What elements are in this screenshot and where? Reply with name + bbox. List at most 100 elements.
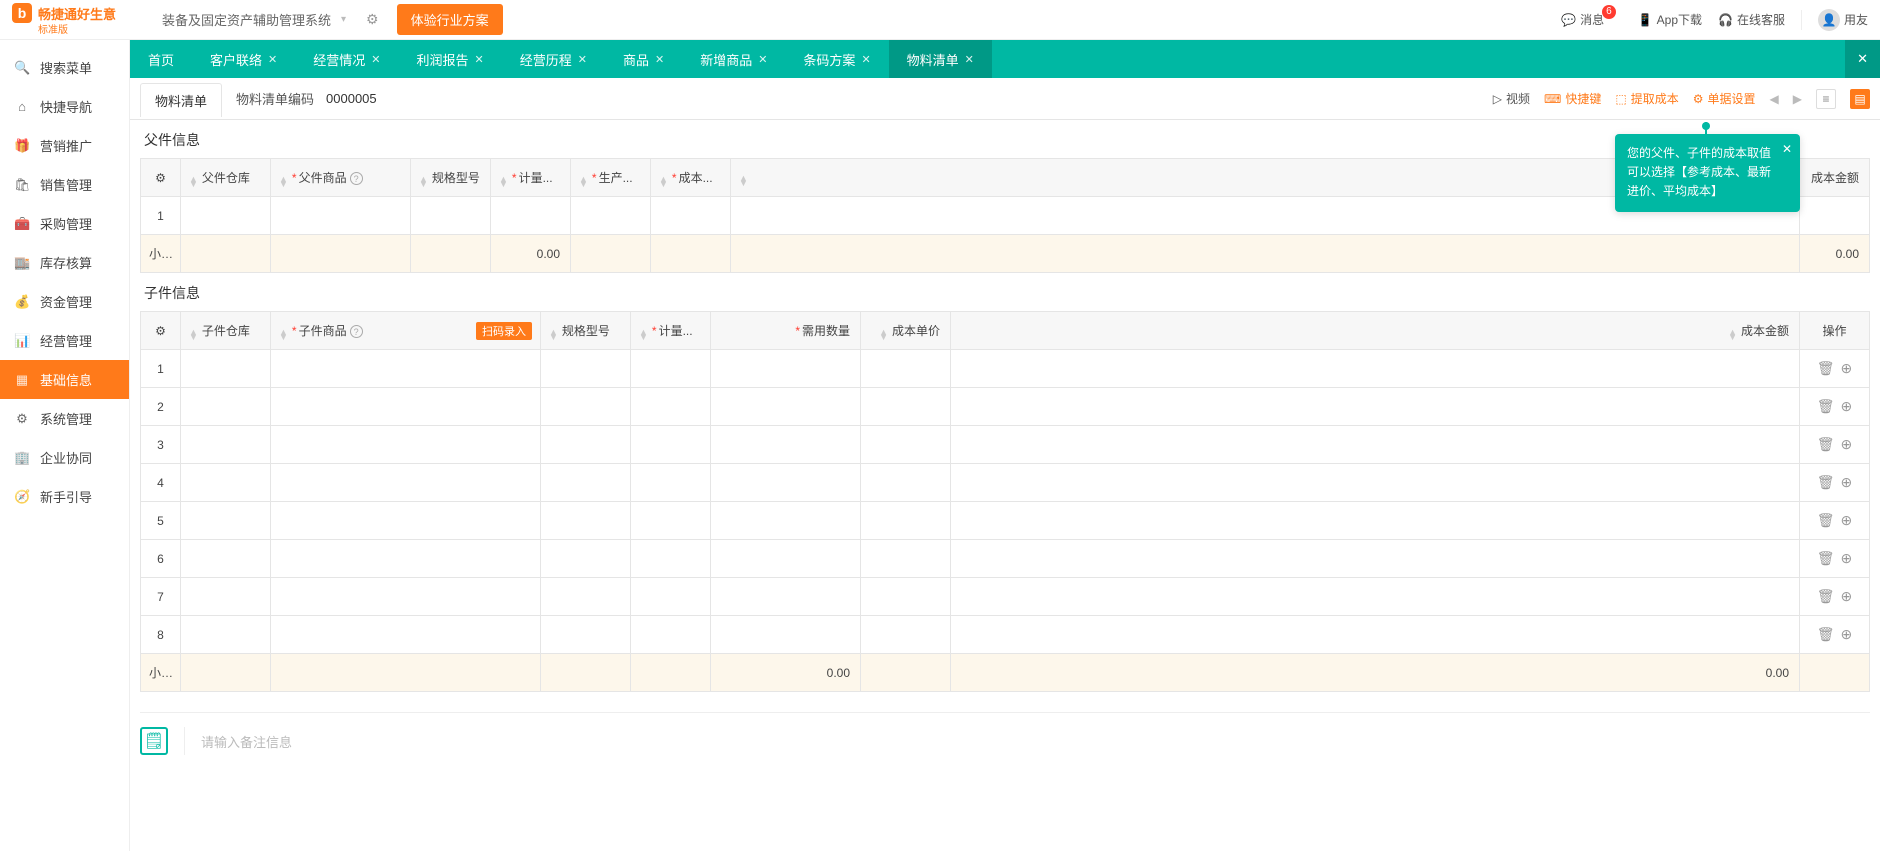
add-row-icon[interactable]: ⊕ [1841, 398, 1853, 414]
sidebar-icon: 📊 [14, 333, 30, 349]
sidebar-item[interactable]: 🧰采购管理 [0, 204, 129, 243]
add-row-icon[interactable]: ⊕ [1841, 550, 1853, 566]
delete-row-icon[interactable]: 🗑 [1817, 588, 1835, 604]
extract-cost-link[interactable]: ⬚提取成本 [1615, 90, 1678, 107]
sidebar-item[interactable]: 🏬库存核算 [0, 243, 129, 282]
video-link[interactable]: ▷视频 [1493, 90, 1530, 107]
bom-code-value: 0000005 [326, 91, 377, 106]
parent-header-spec[interactable]: 规格型号 [411, 159, 491, 197]
help-icon[interactable]: ? [350, 172, 363, 185]
tab[interactable]: 条码方案✕ [785, 40, 888, 78]
table-row[interactable]: 7🗑⊕ [141, 578, 1870, 616]
parent-header-unit[interactable]: *计量... [491, 159, 571, 197]
table-row[interactable]: 2🗑⊕ [141, 388, 1870, 426]
tab[interactable]: 首页 [130, 40, 192, 78]
delete-row-icon[interactable]: 🗑 [1817, 398, 1835, 414]
tab[interactable]: 新增商品✕ [682, 40, 785, 78]
tab-close-icon[interactable]: ✕ [655, 53, 664, 66]
delete-row-icon[interactable]: 🗑 [1817, 436, 1835, 452]
child-header-cost-amount[interactable]: 成本金额 [951, 312, 1800, 350]
add-row-icon[interactable]: ⊕ [1841, 626, 1853, 642]
sidebar-item[interactable]: 💰资金管理 [0, 282, 129, 321]
sidebar-item[interactable]: 🔍搜索菜单 [0, 48, 129, 87]
tab[interactable]: 利润报告 ✕ [398, 40, 501, 78]
delete-row-icon[interactable]: 🗑 [1817, 360, 1835, 376]
app-download-button[interactable]: 📱 App下载 [1638, 11, 1702, 28]
delete-row-icon[interactable]: 🗑 [1817, 474, 1835, 490]
sidebar-item[interactable]: 🧭新手引导 [0, 477, 129, 516]
table-row[interactable]: 4🗑⊕ [141, 464, 1870, 502]
child-header-spec[interactable]: 规格型号 [541, 312, 631, 350]
tab[interactable]: 商品✕ [605, 40, 682, 78]
row-index: 1 [141, 350, 181, 388]
close-all-tabs[interactable]: ✕ [1845, 40, 1880, 78]
child-header-warehouse[interactable]: 子件仓库 [181, 312, 271, 350]
parent-header-warehouse[interactable]: 父件仓库 [181, 159, 271, 197]
delete-row-icon[interactable]: 🗑 [1817, 512, 1835, 528]
add-row-icon[interactable]: ⊕ [1841, 512, 1853, 528]
sidebar-item[interactable]: 🎁营销推广 [0, 126, 129, 165]
add-row-icon[interactable]: ⊕ [1841, 360, 1853, 376]
add-row-icon[interactable]: ⊕ [1841, 436, 1853, 452]
tooltip-close-button[interactable]: ✕ [1782, 140, 1792, 159]
page-tab-bom[interactable]: 物料清单 [140, 83, 222, 117]
sidebar-item[interactable]: ⚙系统管理 [0, 399, 129, 438]
bill-settings-link[interactable]: ⚙单据设置 [1693, 90, 1756, 107]
table-row[interactable]: 8🗑⊕ [141, 616, 1870, 654]
tab-label: 经营情况 [313, 50, 365, 69]
view-list-button[interactable]: ≡ [1816, 89, 1836, 109]
remarks-icon[interactable]: 🗒 [140, 727, 168, 755]
sidebar-item-label: 新手引导 [40, 487, 92, 506]
remarks-input[interactable]: 请输入备注信息 [201, 732, 292, 751]
help-icon[interactable]: ? [350, 325, 363, 338]
sidebar-icon: 💰 [14, 294, 30, 310]
tab[interactable]: 经营情况 ✕ [295, 40, 398, 78]
child-header-need-qty[interactable]: *需用数量 [711, 312, 861, 350]
user-menu[interactable]: 👤 用友 [1818, 9, 1868, 31]
parent-header-produce[interactable]: *生产... [571, 159, 651, 197]
add-row-icon[interactable]: ⊕ [1841, 474, 1853, 490]
sidebar-item[interactable]: ⌂快捷导航 [0, 87, 129, 126]
sidebar-item[interactable]: 🛍销售管理 [0, 165, 129, 204]
system-selector[interactable]: 装备及固定资产辅助管理系统 ▾ [162, 10, 356, 29]
tab-close-icon[interactable]: ✕ [371, 53, 380, 66]
table-row[interactable]: 3🗑⊕ [141, 426, 1870, 464]
scan-input-badge[interactable]: 扫码录入 [476, 322, 532, 340]
prev-page-button[interactable]: ◀ [1770, 92, 1779, 106]
delete-row-icon[interactable]: 🗑 [1817, 626, 1835, 642]
table-row[interactable]: 1 🗑 ⊕ [141, 350, 1870, 388]
delete-row-icon[interactable]: 🗑 [1817, 550, 1835, 566]
view-grid-button[interactable]: ▤ [1850, 89, 1870, 109]
tab-close-icon[interactable]: ✕ [861, 53, 870, 66]
tab[interactable]: 经营历程✕ [502, 40, 605, 78]
online-service-button[interactable]: 🎧 在线客服 [1718, 11, 1785, 28]
tab[interactable]: 客户联络✕ [192, 40, 295, 78]
tab[interactable]: 物料清单✕ [889, 40, 992, 78]
tab-close-icon[interactable]: ✕ [758, 53, 767, 66]
child-header-unit[interactable]: *计量... [631, 312, 711, 350]
table-row[interactable]: 5🗑⊕ [141, 502, 1870, 540]
table-row[interactable]: 6🗑⊕ [141, 540, 1870, 578]
next-page-button[interactable]: ▶ [1793, 92, 1802, 106]
table-row[interactable]: 1 [141, 197, 1870, 235]
tab-close-icon[interactable]: ✕ [578, 53, 587, 66]
message-button[interactable]: 💬 消息 6 [1561, 11, 1622, 28]
child-header-product[interactable]: *子件商品?扫码录入 [271, 312, 541, 350]
tab-close-icon[interactable]: ✕ [965, 53, 974, 66]
parent-header-cost-amount[interactable]: 成本金额 [1800, 159, 1870, 197]
parent-header-cost[interactable]: *成本... [651, 159, 731, 197]
parent-header-product[interactable]: *父件商品? [271, 159, 411, 197]
industry-plan-button[interactable]: 体验行业方案 [397, 4, 503, 35]
shortcut-link[interactable]: ⌨快捷键 [1544, 90, 1601, 107]
tab-close-icon[interactable]: ✕ [475, 53, 484, 66]
parent-header-gear[interactable]: ⚙ [141, 159, 181, 197]
sidebar-item[interactable]: 🏢企业协同 [0, 438, 129, 477]
child-header-gear[interactable]: ⚙ [141, 312, 181, 350]
gear-icon[interactable]: ⚙ [366, 11, 379, 28]
sidebar-item[interactable]: ▦基础信息 [0, 360, 129, 399]
tab-label: 利润报告 [416, 50, 468, 69]
add-row-icon[interactable]: ⊕ [1841, 588, 1853, 604]
sidebar-item[interactable]: 📊经营管理 [0, 321, 129, 360]
child-header-cost-price[interactable]: 成本单价 [861, 312, 951, 350]
tab-close-icon[interactable]: ✕ [268, 53, 277, 66]
